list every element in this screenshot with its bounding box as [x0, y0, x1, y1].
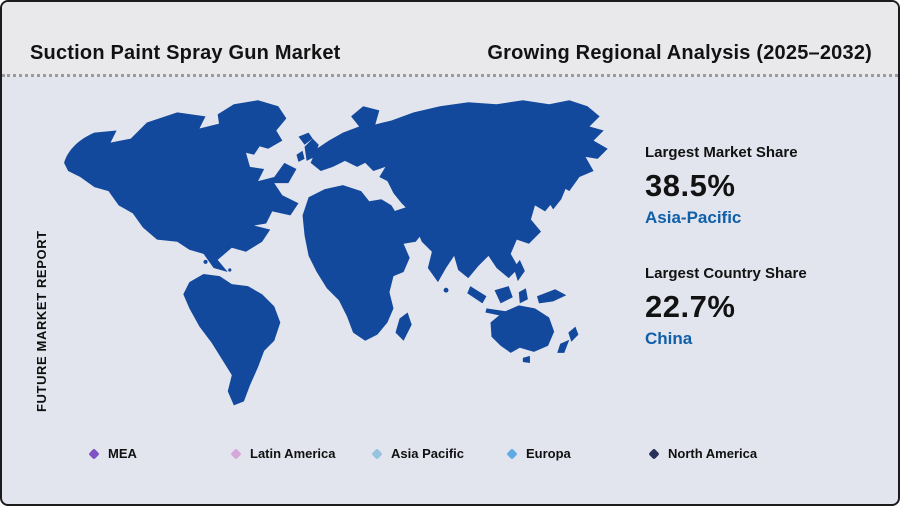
- legend-dot-icon: [648, 447, 660, 460]
- legend-label: Latin America: [250, 446, 336, 461]
- stat-region: China: [645, 329, 693, 348]
- legend-item-europa: Europa: [506, 446, 571, 461]
- map-continents: [64, 100, 608, 406]
- stat-label: Largest Country Share: [645, 265, 807, 282]
- legend-item-latin-america: Latin America: [230, 446, 336, 461]
- legend-label: Asia Pacific: [391, 446, 464, 461]
- legend-dot-icon: [506, 447, 518, 460]
- world-map: [58, 96, 634, 444]
- world-map-svg: [64, 100, 608, 406]
- legend: MEA Latin America Asia Pacific Europa No…: [2, 446, 898, 468]
- legend-label: North America: [668, 446, 758, 461]
- legend-label: MEA: [108, 446, 137, 461]
- legend-item-north-america: North America: [648, 446, 758, 461]
- legend-item-asia-pacific: Asia Pacific: [371, 446, 464, 461]
- legend-dot-icon: [371, 447, 383, 460]
- page-title: Suction Paint Spray Gun Market: [30, 42, 341, 64]
- stats-panel: Largest Market Share 38.5% Asia-Pacific …: [645, 144, 885, 349]
- page-subtitle: Growing Regional Analysis (2025–2032): [487, 42, 872, 64]
- brand-vertical-label: FUTURE MARKET REPORT: [34, 230, 49, 412]
- stat-country-share: Largest Country Share 22.7% China: [645, 265, 885, 349]
- stat-region: Asia-Pacific: [645, 208, 742, 227]
- stat-market-share: Largest Market Share 38.5% Asia-Pacific: [645, 144, 885, 228]
- legend-dot-icon: [230, 447, 242, 460]
- stat-value: 22.7%: [645, 289, 736, 324]
- legend-dot-icon: [88, 447, 100, 460]
- header: Suction Paint Spray Gun Market Growing R…: [2, 2, 898, 77]
- infographic-frame: Suction Paint Spray Gun Market Growing R…: [0, 0, 900, 506]
- legend-item-mea: MEA: [88, 446, 137, 461]
- stat-label: Largest Market Share: [645, 144, 798, 161]
- main-area: FUTURE MARKET REPORT Largest Market Shar…: [2, 80, 898, 504]
- stat-value: 38.5%: [645, 168, 736, 203]
- legend-label: Europa: [526, 446, 571, 461]
